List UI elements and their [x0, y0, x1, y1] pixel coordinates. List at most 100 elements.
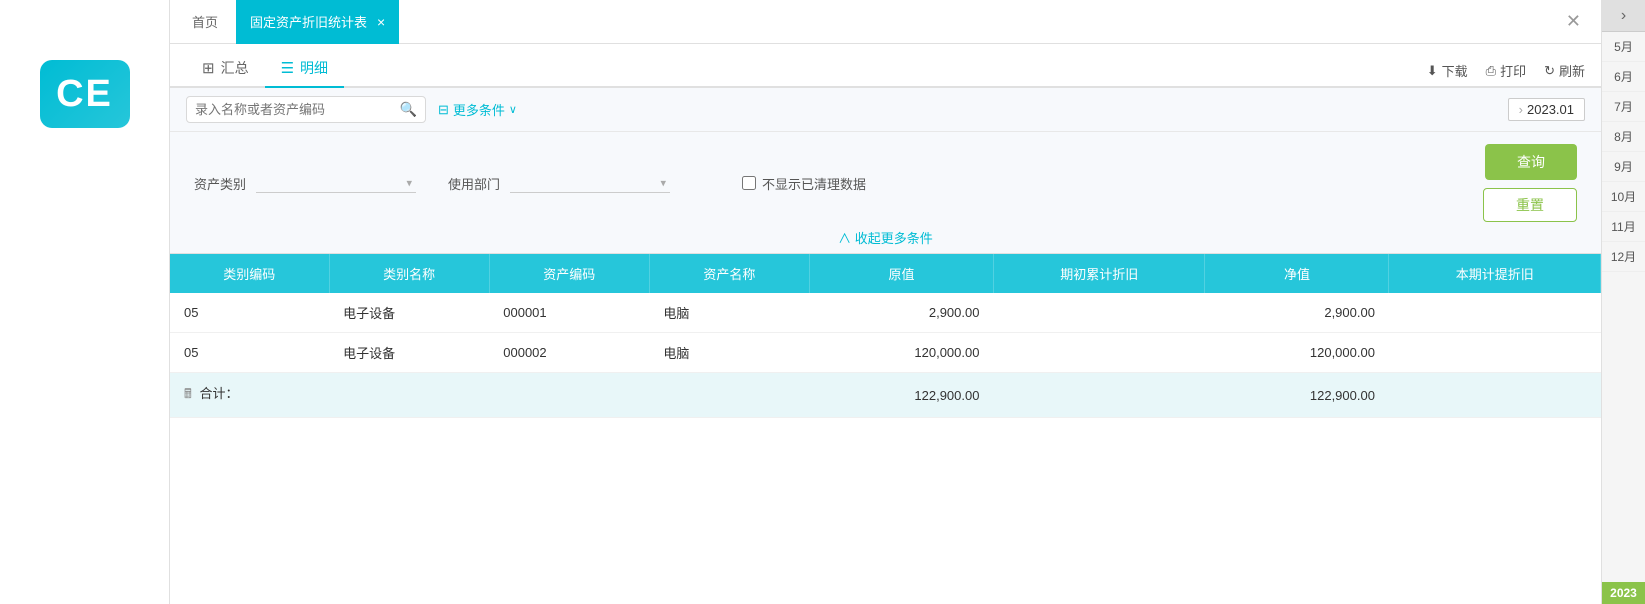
print-icon: ⎙ — [1486, 63, 1496, 79]
right-panel-arrow-up[interactable]: › — [1602, 0, 1645, 32]
right-month-list: 5月 6月 7月 8月 9月 10月 11月 12月 — [1602, 32, 1645, 582]
table-row: 05 电子设备 000001 电脑 2,900.00 2,900.00 — [170, 293, 1601, 333]
refresh-icon: ↻ — [1544, 63, 1555, 79]
sidebar-logo: CE — [0, 0, 170, 604]
table-wrap: 类别编码 类别名称 资产编码 资产名称 原值 期初累计折旧 净值 本期计提折旧 … — [170, 254, 1601, 604]
cell-original: 2,900.00 — [810, 293, 994, 333]
asset-type-select[interactable] — [256, 173, 416, 193]
detail-icon: ☰ — [281, 59, 294, 77]
data-table: 类别编码 类别名称 资产编码 资产名称 原值 期初累计折旧 净值 本期计提折旧 … — [170, 254, 1601, 418]
asset-type-field: 资产类别 — [194, 173, 416, 193]
col-header-current-dep: 本期计提折旧 — [1389, 254, 1601, 293]
month-8[interactable]: 8月 — [1602, 122, 1645, 152]
download-button[interactable]: ⬇ 下载 — [1427, 61, 1468, 80]
month-5[interactable]: 5月 — [1602, 32, 1645, 62]
cell-code: 05 — [170, 293, 329, 333]
nav-tab-close-icon[interactable]: × — [377, 15, 385, 29]
query-btn-group: 查询 重置 — [1483, 144, 1577, 222]
collapse-icon: ∧ — [838, 231, 855, 246]
refresh-label: 刷新 — [1559, 61, 1585, 80]
year-badge: 2023 — [1602, 582, 1645, 604]
table-body: 05 电子设备 000001 电脑 2,900.00 2,900.00 05 电… — [170, 293, 1601, 418]
window-close-icon[interactable]: ✕ — [1558, 11, 1589, 32]
date-arrow-left[interactable]: › — [1519, 102, 1523, 117]
month-9[interactable]: 9月 — [1602, 152, 1645, 182]
search-icon: 🔍 — [400, 101, 417, 118]
table-row: 05 电子设备 000002 电脑 120,000.00 120,000.00 — [170, 333, 1601, 373]
total-label-cell: 🖩 合计： — [170, 373, 649, 418]
query-button[interactable]: 查询 — [1485, 144, 1577, 180]
cell-code: 05 — [170, 333, 329, 373]
tab-summary[interactable]: ⊞ 汇总 — [186, 50, 265, 88]
col-header-asset-name: 资产名称 — [649, 254, 809, 293]
dept-select[interactable] — [510, 173, 670, 193]
cell-accum-dep — [993, 333, 1205, 373]
summary-icon: ⊞ — [202, 59, 215, 77]
tab-detail[interactable]: ☰ 明细 — [265, 50, 344, 88]
dept-select-wrap — [510, 173, 670, 193]
hide-cleared-label: 不显示已清理数据 — [762, 174, 866, 193]
filter-row: 资产类别 使用部门 — [194, 144, 1577, 222]
top-nav: 首页 固定资产折旧统计表 × ✕ — [170, 0, 1601, 44]
cell-asset-name: 电脑 — [649, 293, 809, 333]
tab-summary-label: 汇总 — [221, 58, 249, 78]
month-11[interactable]: 11月 — [1602, 212, 1645, 242]
col-header-original: 原值 — [810, 254, 994, 293]
more-conditions-button[interactable]: ⊟ 更多条件 ∨ — [438, 100, 517, 119]
total-net-value: 122,900.00 — [1205, 373, 1389, 418]
total-empty-name — [649, 373, 809, 418]
col-header-accum-dep: 期初累计折旧 — [993, 254, 1205, 293]
search-wrap: 🔍 — [186, 96, 426, 123]
cell-asset-name: 电脑 — [649, 333, 809, 373]
total-accum-dep — [993, 373, 1205, 418]
collapse-label: 收起更多条件 — [855, 231, 933, 246]
month-12[interactable]: 12月 — [1602, 242, 1645, 272]
search-input[interactable] — [195, 102, 394, 117]
main-area: 首页 固定资产折旧统计表 × ✕ ⊞ 汇总 ☰ 明细 ⬇ 下载 — [170, 0, 1601, 604]
asset-type-select-wrap — [256, 173, 416, 193]
tab-detail-label: 明细 — [300, 58, 328, 78]
total-current-dep — [1389, 373, 1601, 418]
month-6[interactable]: 6月 — [1602, 62, 1645, 92]
hide-cleared-checkbox[interactable] — [742, 176, 756, 190]
cell-net-value: 120,000.00 — [1205, 333, 1389, 373]
advanced-filter: 资产类别 使用部门 — [170, 132, 1601, 254]
print-button[interactable]: ⎙ 打印 — [1486, 61, 1526, 80]
col-header-asset-code: 资产编码 — [489, 254, 649, 293]
logo-text: CE — [40, 60, 130, 128]
download-icon: ⬇ — [1427, 63, 1438, 79]
asset-type-label: 资产类别 — [194, 174, 246, 193]
expand-arrow-icon: ∨ — [509, 103, 517, 116]
cell-current-dep — [1389, 333, 1601, 373]
nav-tab-label: 固定资产折旧统计表 — [250, 12, 367, 31]
table-total-row: 🖩 合计： 122,900.00 122,900.00 — [170, 373, 1601, 418]
table-header: 类别编码 类别名称 资产编码 资产名称 原值 期初累计折旧 净值 本期计提折旧 — [170, 254, 1601, 293]
total-label: 合计： — [199, 386, 238, 401]
cell-asset-code: 000001 — [489, 293, 649, 333]
filter-bar: 🔍 ⊟ 更多条件 ∨ › 2023.01 — [170, 88, 1601, 132]
sub-tab-actions: ⬇ 下载 ⎙ 打印 ↻ 刷新 — [1427, 61, 1585, 86]
nav-home[interactable]: 首页 — [182, 12, 228, 31]
dept-field: 使用部门 — [448, 173, 670, 193]
cell-accum-dep — [993, 293, 1205, 333]
cell-current-dep — [1389, 293, 1601, 333]
total-original: 122,900.00 — [810, 373, 994, 418]
right-nav-panel: › 5月 6月 7月 8月 9月 10月 11月 12月 2023 — [1601, 0, 1645, 604]
print-label: 打印 — [1500, 61, 1526, 80]
cell-net-value: 2,900.00 — [1205, 293, 1389, 333]
collapse-bar[interactable]: ∧ 收起更多条件 — [194, 222, 1577, 249]
sub-tab-bar: ⊞ 汇总 ☰ 明细 ⬇ 下载 ⎙ 打印 ↻ 刷新 — [170, 44, 1601, 88]
nav-tab-active[interactable]: 固定资产折旧统计表 × — [236, 0, 399, 44]
month-10[interactable]: 10月 — [1602, 182, 1645, 212]
date-panel[interactable]: › 2023.01 — [1508, 98, 1585, 121]
more-conditions-label: 更多条件 — [453, 100, 505, 119]
reset-button[interactable]: 重置 — [1483, 188, 1577, 222]
month-7[interactable]: 7月 — [1602, 92, 1645, 122]
total-icon: 🖩 — [184, 386, 192, 401]
download-label: 下载 — [1442, 61, 1468, 80]
cell-name: 电子设备 — [329, 333, 489, 373]
refresh-button[interactable]: ↻ 刷新 — [1544, 61, 1585, 80]
dept-label: 使用部门 — [448, 174, 500, 193]
cell-name: 电子设备 — [329, 293, 489, 333]
checkbox-field: 不显示已清理数据 — [742, 174, 866, 193]
